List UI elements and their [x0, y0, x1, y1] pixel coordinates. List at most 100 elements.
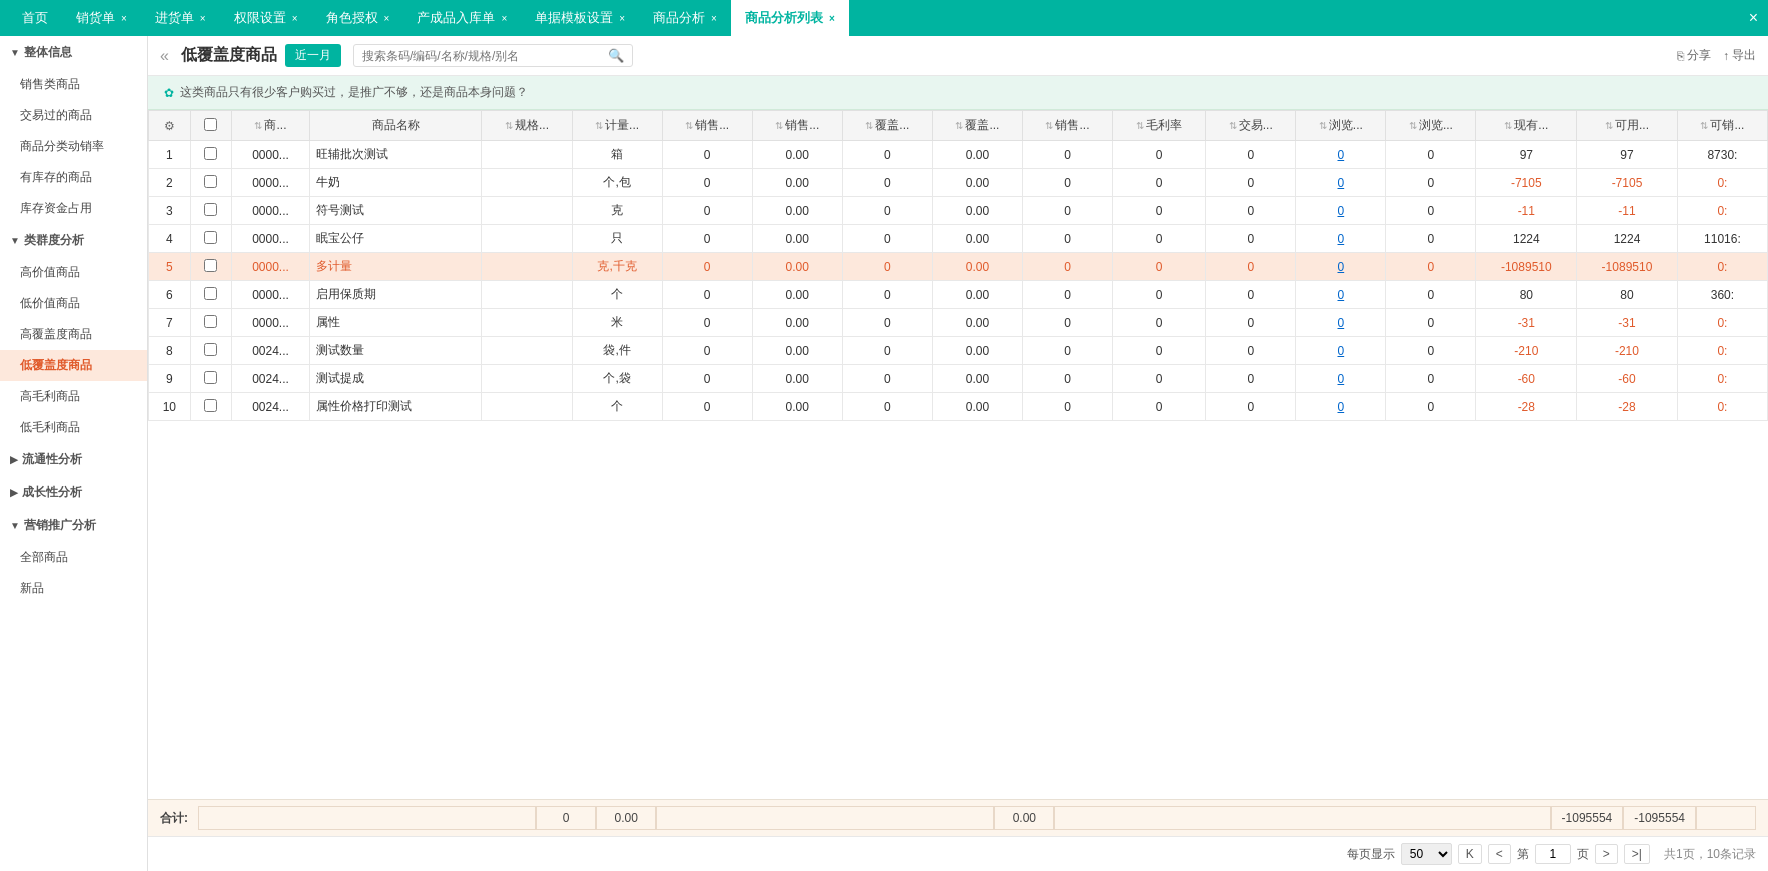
row-browse1[interactable]: 0 — [1296, 253, 1386, 281]
row-browse1[interactable]: 0 — [1296, 365, 1386, 393]
row-checkbox[interactable] — [190, 365, 231, 393]
row-select-checkbox[interactable] — [204, 399, 217, 412]
row-select-checkbox[interactable] — [204, 315, 217, 328]
sort-icon[interactable]: ⇅ — [595, 120, 603, 131]
sort-icon[interactable]: ⇅ — [775, 120, 783, 131]
sidebar-section-cluster[interactable]: ▼ 类群度分析 — [0, 224, 147, 257]
sidebar-item-sales-goods[interactable]: 销售类商品 — [0, 69, 147, 100]
close-icon[interactable]: × — [200, 13, 206, 24]
sidebar-item-all-goods[interactable]: 全部商品 — [0, 542, 147, 573]
row-select-checkbox[interactable] — [204, 287, 217, 300]
row-browse1[interactable]: 0 — [1296, 337, 1386, 365]
next-page-button[interactable]: > — [1595, 844, 1618, 864]
row-checkbox[interactable] — [190, 281, 231, 309]
sidebar-item-low-value[interactable]: 低价值商品 — [0, 288, 147, 319]
close-icon[interactable]: × — [292, 13, 298, 24]
row-browse1[interactable]: 0 — [1296, 309, 1386, 337]
row-select-checkbox[interactable] — [204, 175, 217, 188]
row-trade: 0 — [1206, 253, 1296, 281]
row-browse1[interactable]: 0 — [1296, 281, 1386, 309]
prev-page-button[interactable]: < — [1488, 844, 1511, 864]
close-icon[interactable]: × — [829, 13, 835, 24]
last-page-button[interactable]: >| — [1624, 844, 1650, 864]
row-checkbox[interactable] — [190, 309, 231, 337]
nav-tab-purchase[interactable]: 进货单 × — [141, 0, 220, 36]
row-checkbox[interactable] — [190, 225, 231, 253]
page-number-input[interactable] — [1535, 844, 1571, 864]
sort-icon[interactable]: ⇅ — [1504, 120, 1512, 131]
sidebar-item-category-rate[interactable]: 商品分类动销率 — [0, 131, 147, 162]
close-icon[interactable]: × — [711, 13, 717, 24]
share-button[interactable]: ⎘ 分享 — [1677, 47, 1711, 64]
sidebar-item-high-profit[interactable]: 高毛利商品 — [0, 381, 147, 412]
row-browse1[interactable]: 0 — [1296, 141, 1386, 169]
sort-icon[interactable]: ⇅ — [254, 120, 262, 131]
row-browse1[interactable]: 0 — [1296, 225, 1386, 253]
sort-icon[interactable]: ⇅ — [685, 120, 693, 131]
search-input[interactable] — [362, 49, 608, 63]
gear-icon[interactable]: ⚙ — [155, 119, 184, 133]
window-close-button[interactable]: × — [1749, 9, 1758, 27]
sidebar-item-low-profit[interactable]: 低毛利商品 — [0, 412, 147, 443]
sidebar-item-low-coverage[interactable]: 低覆盖度商品 — [0, 350, 147, 381]
row-browse1[interactable]: 0 — [1296, 197, 1386, 225]
sort-icon[interactable]: ⇅ — [1229, 120, 1237, 131]
nav-tab-sales[interactable]: 销货单 × — [62, 0, 141, 36]
row-select-checkbox[interactable] — [204, 147, 217, 160]
row-browse1[interactable]: 0 — [1296, 169, 1386, 197]
nav-tab-template[interactable]: 单据模板设置 × — [521, 0, 639, 36]
nav-tab-product-entry[interactable]: 产成品入库单 × — [403, 0, 521, 36]
th-trade: ⇅交易... — [1206, 111, 1296, 141]
row-checkbox[interactable] — [190, 141, 231, 169]
close-icon[interactable]: × — [121, 13, 127, 24]
sort-icon[interactable]: ⇅ — [955, 120, 963, 131]
row-name: 牛奶 — [310, 169, 482, 197]
row-browse1[interactable]: 0 — [1296, 393, 1386, 421]
close-icon[interactable]: × — [501, 13, 507, 24]
nav-tab-role[interactable]: 角色授权 × — [312, 0, 404, 36]
row-checkbox[interactable] — [190, 337, 231, 365]
row-sale-x: 0 — [1022, 253, 1112, 281]
sidebar-section-flow[interactable]: ▶ 流通性分析 — [0, 443, 147, 476]
sort-icon[interactable]: ⇅ — [1700, 120, 1708, 131]
select-all-checkbox[interactable] — [204, 118, 217, 131]
nav-tab-home[interactable]: 首页 — [8, 0, 62, 36]
sort-icon[interactable]: ⇅ — [1045, 120, 1053, 131]
sidebar-item-new-goods[interactable]: 新品 — [0, 573, 147, 604]
nav-tab-permission[interactable]: 权限设置 × — [220, 0, 312, 36]
sidebar-section-growth[interactable]: ▶ 成长性分析 — [0, 476, 147, 509]
row-checkbox[interactable] — [190, 393, 231, 421]
sidebar-item-stock-goods[interactable]: 有库存的商品 — [0, 162, 147, 193]
sidebar-toggle-button[interactable]: « — [160, 47, 169, 65]
sort-icon[interactable]: ⇅ — [1319, 120, 1327, 131]
row-checkbox[interactable] — [190, 253, 231, 281]
per-page-select[interactable]: 50 20 100 — [1401, 843, 1452, 865]
sort-icon[interactable]: ⇅ — [1409, 120, 1417, 131]
export-button[interactable]: ↑ 导出 — [1723, 47, 1756, 64]
row-num: 2 — [149, 169, 191, 197]
first-page-button[interactable]: K — [1458, 844, 1482, 864]
date-filter-button[interactable]: 近一月 — [285, 44, 341, 67]
row-gross: 0 — [1113, 309, 1206, 337]
row-checkbox[interactable] — [190, 197, 231, 225]
sidebar-item-high-coverage[interactable]: 高覆盖度商品 — [0, 319, 147, 350]
sidebar-item-high-value[interactable]: 高价值商品 — [0, 257, 147, 288]
row-select-checkbox[interactable] — [204, 259, 217, 272]
close-icon[interactable]: × — [619, 13, 625, 24]
row-select-checkbox[interactable] — [204, 203, 217, 216]
row-checkbox[interactable] — [190, 169, 231, 197]
sort-icon[interactable]: ⇅ — [1605, 120, 1613, 131]
sort-icon[interactable]: ⇅ — [505, 120, 513, 131]
row-select-checkbox[interactable] — [204, 371, 217, 384]
nav-tab-analysis[interactable]: 商品分析 × — [639, 0, 731, 36]
row-select-checkbox[interactable] — [204, 231, 217, 244]
sidebar-item-traded-goods[interactable]: 交易过的商品 — [0, 100, 147, 131]
sort-icon[interactable]: ⇅ — [865, 120, 873, 131]
sidebar-section-marketing[interactable]: ▼ 营销推广分析 — [0, 509, 147, 542]
sort-icon[interactable]: ⇅ — [1136, 120, 1144, 131]
row-select-checkbox[interactable] — [204, 343, 217, 356]
nav-tab-analysis-list[interactable]: 商品分析列表 × — [731, 0, 849, 36]
sidebar-section-overall[interactable]: ▼ 整体信息 — [0, 36, 147, 69]
close-icon[interactable]: × — [384, 13, 390, 24]
sidebar-item-stock-capital[interactable]: 库存资金占用 — [0, 193, 147, 224]
